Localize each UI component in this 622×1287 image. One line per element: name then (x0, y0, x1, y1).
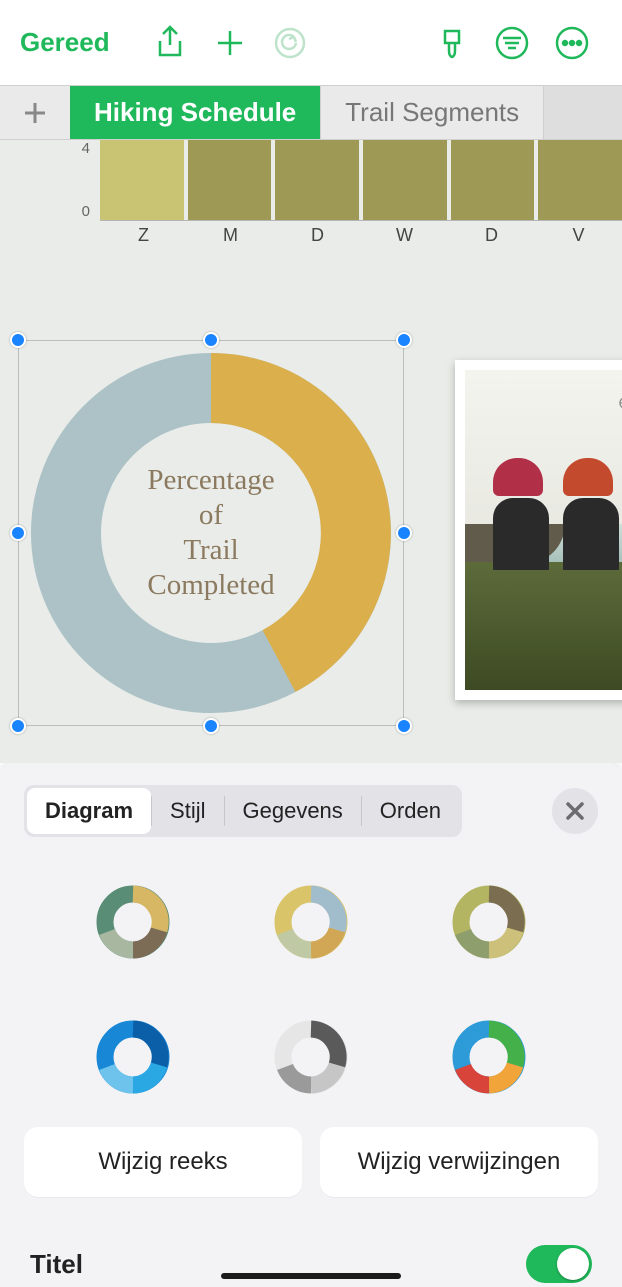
paintbrush-icon (435, 25, 469, 61)
home-indicator (221, 1273, 401, 1279)
undo-button[interactable] (260, 26, 320, 60)
bar-chart[interactable]: 4 0 Z M D W D V (60, 140, 622, 260)
format-panel: Diagram Stijl Gegevens Orden Wijzig reek… (0, 763, 622, 1287)
resize-handle[interactable] (203, 718, 219, 734)
bird-icon: 𐀏 (618, 392, 622, 416)
x-label: D (448, 225, 535, 246)
title-toggle[interactable] (526, 1245, 592, 1283)
done-button[interactable]: Gereed (20, 27, 110, 58)
panel-tab-data[interactable]: Gegevens (225, 788, 361, 834)
chart-style-option[interactable] (449, 1017, 529, 1097)
x-label: M (187, 225, 274, 246)
chart-style-option[interactable] (449, 882, 529, 962)
chart-style-option[interactable] (93, 1017, 173, 1097)
more-button[interactable] (542, 26, 602, 60)
resize-handle[interactable] (10, 525, 26, 541)
chart-style-option[interactable] (93, 882, 173, 962)
edit-series-button[interactable]: Wijzig reeks (24, 1127, 302, 1197)
x-label: Z (100, 225, 187, 246)
resize-handle[interactable] (203, 332, 219, 348)
more-icon (555, 26, 589, 60)
resize-handle[interactable] (10, 332, 26, 348)
tab-trail-segments[interactable]: Trail Segments (321, 86, 544, 139)
selected-donut-chart[interactable]: Percentage of Trail Completed (18, 340, 404, 726)
resize-handle[interactable] (396, 332, 412, 348)
filter-icon (495, 26, 529, 60)
close-panel-button[interactable] (552, 788, 598, 834)
close-icon (564, 800, 586, 822)
y-tick: 4 (82, 140, 90, 157)
canvas[interactable]: 4 0 Z M D W D V Percent (0, 140, 622, 763)
x-label: D (274, 225, 361, 246)
plus-icon (22, 100, 48, 126)
x-label: V (535, 225, 622, 246)
y-tick: 0 (82, 203, 90, 220)
resize-handle[interactable] (396, 525, 412, 541)
tab-hiking-schedule[interactable]: Hiking Schedule (70, 86, 321, 139)
format-button[interactable] (422, 25, 482, 61)
chart-style-grid (44, 882, 578, 1097)
panel-tab-order[interactable]: Orden (362, 788, 459, 834)
resize-handle[interactable] (396, 718, 412, 734)
chart-style-option[interactable] (271, 1017, 351, 1097)
chart-style-option[interactable] (271, 882, 351, 962)
undo-icon (273, 26, 307, 60)
add-sheet-button[interactable] (0, 86, 70, 139)
donut-center-label: Percentage of Trail Completed (18, 340, 404, 726)
share-icon (155, 25, 185, 61)
edit-references-button[interactable]: Wijzig verwijzingen (320, 1127, 598, 1197)
panel-tab-style[interactable]: Stijl (152, 788, 223, 834)
photo-object[interactable]: 𐀏 (455, 360, 622, 700)
top-toolbar: Gereed (0, 0, 622, 85)
x-label: W (361, 225, 448, 246)
plus-icon (214, 27, 246, 59)
share-button[interactable] (140, 25, 200, 61)
panel-tab-chart[interactable]: Diagram (27, 788, 151, 834)
sheet-tabs: Hiking Schedule Trail Segments (0, 85, 622, 140)
filter-button[interactable] (482, 26, 542, 60)
resize-handle[interactable] (10, 718, 26, 734)
title-toggle-label: Titel (30, 1249, 83, 1280)
panel-segmented-control: Diagram Stijl Gegevens Orden (24, 785, 462, 837)
add-button[interactable] (200, 27, 260, 59)
